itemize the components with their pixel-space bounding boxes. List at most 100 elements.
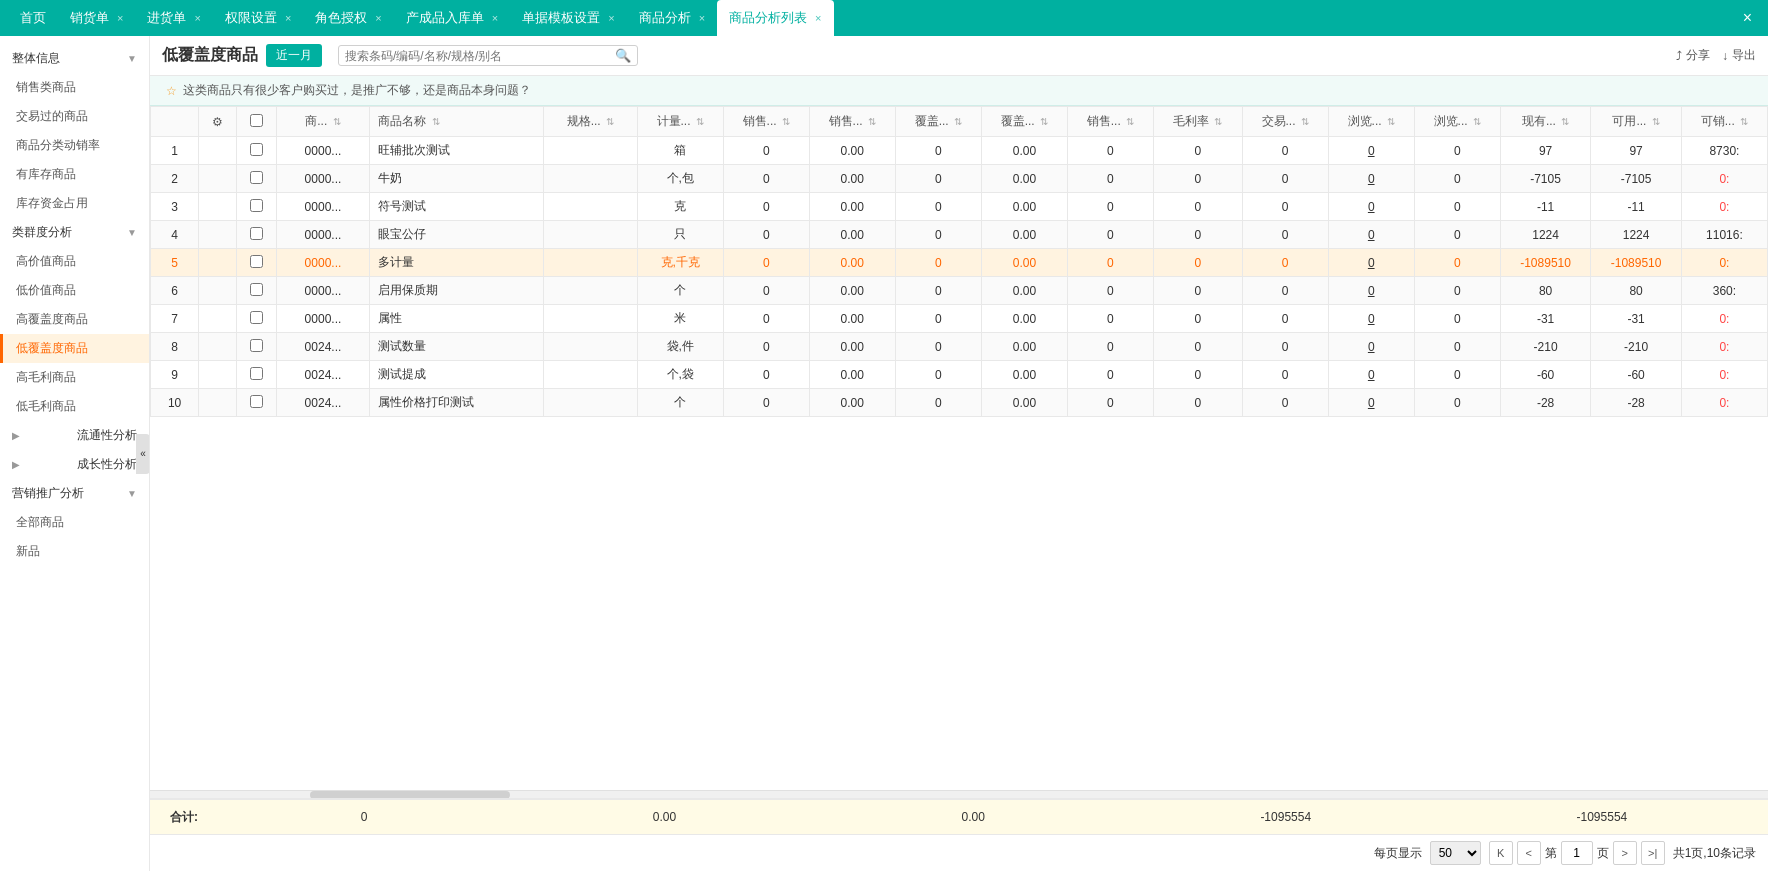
sidebar-item-all-goods[interactable]: 全部商品: [0, 508, 149, 537]
sidebar-section-liquidity[interactable]: ▶ 流通性分析: [0, 421, 149, 450]
cell-name[interactable]: 测试数量: [370, 333, 544, 361]
col-header-checkbox[interactable]: [236, 107, 276, 137]
cell-checkbox[interactable]: [236, 277, 276, 305]
col-header-current[interactable]: 现有... ⇅: [1500, 107, 1591, 137]
sidebar-collapse-button[interactable]: «: [136, 434, 150, 474]
col-header-sales-amt[interactable]: 销售... ⇅: [809, 107, 895, 137]
cell-name[interactable]: 测试提成: [370, 361, 544, 389]
row-checkbox[interactable]: [250, 283, 263, 296]
row-checkbox[interactable]: [250, 339, 263, 352]
nav-purchase-order-close[interactable]: ×: [194, 0, 200, 36]
cell-browse1[interactable]: 0: [1328, 277, 1414, 305]
row-checkbox[interactable]: [250, 227, 263, 240]
nav-permission-close[interactable]: ×: [285, 0, 291, 36]
row-checkbox[interactable]: [250, 143, 263, 156]
cell-checkbox[interactable]: [236, 333, 276, 361]
sidebar-item-new-goods[interactable]: 新品: [0, 537, 149, 566]
cell-name[interactable]: 多计量: [370, 249, 544, 277]
cell-browse1[interactable]: 0: [1328, 165, 1414, 193]
nav-product-analysis-list[interactable]: 商品分析列表 ×: [717, 0, 833, 36]
window-close-button[interactable]: ×: [1735, 9, 1760, 27]
row-checkbox[interactable]: [250, 199, 263, 212]
sidebar-item-sales-goods[interactable]: 销售类商品: [0, 73, 149, 102]
first-page-button[interactable]: K: [1489, 841, 1513, 865]
sidebar-section-cluster[interactable]: 类群度分析 ▼: [0, 218, 149, 247]
sidebar-item-stock-capital[interactable]: 库存资金占用: [0, 189, 149, 218]
cell-browse1[interactable]: 0: [1328, 193, 1414, 221]
select-all-checkbox[interactable]: [250, 114, 263, 127]
cell-name[interactable]: 符号测试: [370, 193, 544, 221]
nav-product-stock-close[interactable]: ×: [492, 0, 498, 36]
col-header-margin[interactable]: 毛利率 ⇅: [1153, 107, 1242, 137]
nav-purchase-order[interactable]: 进货单 ×: [135, 0, 212, 36]
cell-browse1[interactable]: 0: [1328, 137, 1414, 165]
sidebar-item-low-coverage[interactable]: 低覆盖度商品: [0, 334, 149, 363]
share-button[interactable]: ⤴ 分享: [1676, 47, 1710, 64]
col-header-name[interactable]: 商品名称 ⇅: [370, 107, 544, 137]
col-header-sellable[interactable]: 可销... ⇅: [1681, 107, 1767, 137]
cell-checkbox[interactable]: [236, 221, 276, 249]
cell-browse1[interactable]: 0: [1328, 221, 1414, 249]
cell-checkbox[interactable]: [236, 361, 276, 389]
cell-checkbox[interactable]: [236, 249, 276, 277]
cell-name[interactable]: 旺辅批次测试: [370, 137, 544, 165]
nav-sales-order-close[interactable]: ×: [117, 0, 123, 36]
cell-checkbox[interactable]: [236, 165, 276, 193]
sidebar-item-high-coverage[interactable]: 高覆盖度商品: [0, 305, 149, 334]
col-header-unit[interactable]: 计量... ⇅: [637, 107, 723, 137]
cell-name[interactable]: 启用保质期: [370, 277, 544, 305]
col-header-sales-qty[interactable]: 销售... ⇅: [723, 107, 809, 137]
sidebar-item-low-value[interactable]: 低价值商品: [0, 276, 149, 305]
sidebar-section-marketing[interactable]: 营销推广分析 ▼: [0, 479, 149, 508]
nav-sales-order[interactable]: 销货单 ×: [58, 0, 135, 36]
col-header-browse2[interactable]: 浏览... ⇅: [1414, 107, 1500, 137]
row-checkbox[interactable]: [250, 255, 263, 268]
filter-period-button[interactable]: 近一月: [266, 44, 322, 67]
nav-product-analysis[interactable]: 商品分析 ×: [627, 0, 717, 36]
cell-checkbox[interactable]: [236, 389, 276, 417]
sidebar-item-category-turnover[interactable]: 商品分类动销率: [0, 131, 149, 160]
cell-browse1[interactable]: 0: [1328, 361, 1414, 389]
nav-role-auth-close[interactable]: ×: [375, 0, 381, 36]
cell-checkbox[interactable]: [236, 193, 276, 221]
col-header-browse1[interactable]: 浏览... ⇅: [1328, 107, 1414, 137]
col-header-available[interactable]: 可用... ⇅: [1591, 107, 1682, 137]
row-checkbox[interactable]: [250, 311, 263, 324]
cell-browse1[interactable]: 0: [1328, 389, 1414, 417]
page-number-input[interactable]: [1561, 841, 1593, 865]
cell-checkbox[interactable]: [236, 137, 276, 165]
col-header-check[interactable]: ⚙: [199, 107, 236, 137]
col-header-code[interactable]: 商... ⇅: [276, 107, 370, 137]
nav-home[interactable]: 首页: [8, 0, 58, 36]
col-header-trade[interactable]: 交易... ⇅: [1242, 107, 1328, 137]
sidebar-item-in-stock-goods[interactable]: 有库存商品: [0, 160, 149, 189]
cell-name[interactable]: 眼宝公仔: [370, 221, 544, 249]
nav-product-analysis-close[interactable]: ×: [699, 0, 705, 36]
sidebar-item-traded-goods[interactable]: 交易过的商品: [0, 102, 149, 131]
cell-browse1[interactable]: 0: [1328, 249, 1414, 277]
gear-icon[interactable]: ⚙: [212, 115, 223, 129]
export-button[interactable]: ↓ 导出: [1722, 47, 1756, 64]
nav-product-analysis-list-close[interactable]: ×: [815, 0, 821, 36]
prev-page-button[interactable]: <: [1517, 841, 1541, 865]
cell-name[interactable]: 属性价格打印测试: [370, 389, 544, 417]
search-input[interactable]: [345, 49, 615, 63]
sidebar-section-growth[interactable]: ▶ 成长性分析: [0, 450, 149, 479]
col-header-sales3[interactable]: 销售... ⇅: [1067, 107, 1153, 137]
col-header-cover1[interactable]: 覆盖... ⇅: [895, 107, 981, 137]
sidebar-item-low-margin[interactable]: 低毛利商品: [0, 392, 149, 421]
horizontal-scrollbar[interactable]: [150, 790, 1768, 798]
next-page-button[interactable]: >: [1613, 841, 1637, 865]
col-header-spec[interactable]: 规格... ⇅: [544, 107, 638, 137]
nav-doc-template[interactable]: 单据模板设置 ×: [510, 0, 626, 36]
cell-browse1[interactable]: 0: [1328, 333, 1414, 361]
sidebar-item-high-value[interactable]: 高价值商品: [0, 247, 149, 276]
per-page-select[interactable]: 50 20 100: [1430, 841, 1481, 865]
cell-name[interactable]: 牛奶: [370, 165, 544, 193]
row-checkbox[interactable]: [250, 395, 263, 408]
row-checkbox[interactable]: [250, 171, 263, 184]
cell-browse1[interactable]: 0: [1328, 305, 1414, 333]
sidebar-section-overall[interactable]: 整体信息 ▼: [0, 44, 149, 73]
nav-product-stock[interactable]: 产成品入库单 ×: [394, 0, 510, 36]
row-checkbox[interactable]: [250, 367, 263, 380]
